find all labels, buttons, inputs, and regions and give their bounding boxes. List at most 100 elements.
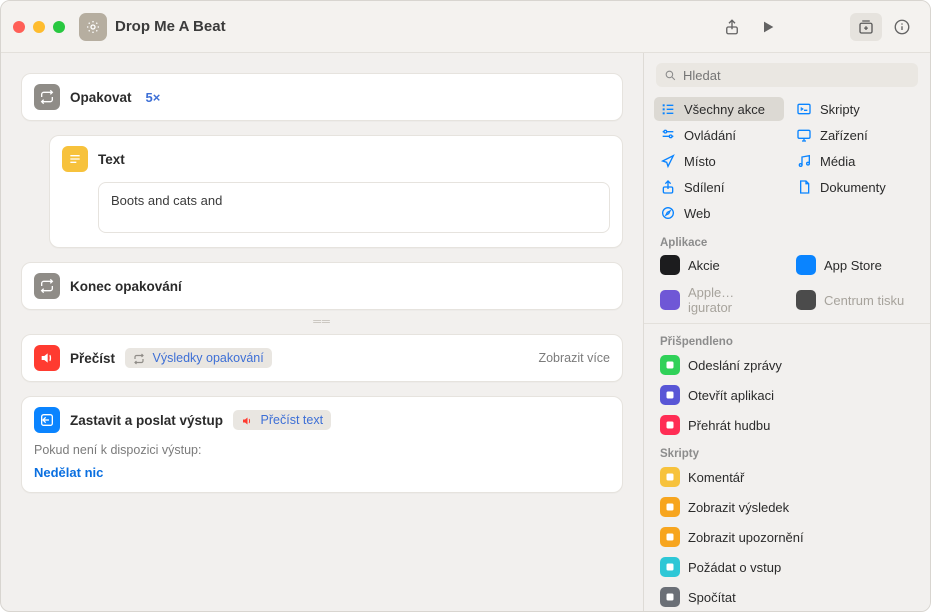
list-item[interactable]: Zobrazit výsledek <box>654 492 920 522</box>
list-item-label: Komentář <box>688 470 744 485</box>
share-icon <box>660 179 676 195</box>
app-item[interactable]: Apple…igurator <box>654 281 784 319</box>
workflow-canvas[interactable]: Opakovat 5× Text Boots and cats and <box>1 53 644 611</box>
category-display[interactable]: Zařízení <box>790 123 920 147</box>
search-icon <box>664 69 677 82</box>
text-input[interactable]: Boots and cats and <box>98 182 610 233</box>
app-icon <box>660 255 680 275</box>
minimize-window-button[interactable] <box>33 21 45 33</box>
category-sliders[interactable]: Ovládání <box>654 123 784 147</box>
category-label: Skripty <box>820 102 860 117</box>
separator <box>644 323 930 324</box>
app-icon <box>796 290 816 310</box>
app-icon <box>660 290 680 310</box>
share-button[interactable] <box>716 13 748 41</box>
list-item-label: Zobrazit upozornění <box>688 530 804 545</box>
repeat-icon <box>34 273 60 299</box>
repeat-icon <box>34 84 60 110</box>
titlebar: Drop Me A Beat <box>1 1 930 53</box>
variable-token-speak-text[interactable]: Přečíst text <box>233 410 331 430</box>
doc-icon <box>796 179 812 195</box>
app-label: Centrum tisku <box>824 293 904 308</box>
category-label: Dokumenty <box>820 180 886 195</box>
action-title: Opakovat <box>70 90 132 105</box>
category-music[interactable]: Média <box>790 149 920 173</box>
list-item-label: Spočítat <box>688 590 736 605</box>
close-window-button[interactable] <box>13 21 25 33</box>
no-output-value[interactable]: Nedělat nic <box>34 463 103 482</box>
action-end-repeat[interactable]: Konec opakování <box>21 262 623 310</box>
display-icon <box>796 127 812 143</box>
category-location[interactable]: Místo <box>654 149 784 173</box>
category-label: Média <box>820 154 855 169</box>
category-label: Ovládání <box>684 128 736 143</box>
action-stop-output[interactable]: Zastavit a poslat výstup Přečíst text Po… <box>21 396 623 493</box>
action-icon <box>660 467 680 487</box>
show-more-button[interactable]: Zobrazit více <box>538 351 610 365</box>
terminal-icon <box>796 101 812 117</box>
app-item[interactable]: App Store <box>790 251 920 279</box>
token-label: Přečíst text <box>261 413 324 427</box>
output-icon <box>34 407 60 433</box>
list-icon <box>660 101 676 117</box>
list-item[interactable]: Požádat o vstup <box>654 552 920 582</box>
apps-header: Aplikace <box>644 229 930 251</box>
app-label: Akcie <box>688 258 720 273</box>
info-button[interactable] <box>886 13 918 41</box>
list-item[interactable]: Přehrát hudbu <box>654 410 920 440</box>
pinned-header: Přišpendleno <box>654 328 920 350</box>
list-item[interactable]: Odeslání zprávy <box>654 350 920 380</box>
action-icon <box>660 415 680 435</box>
category-label: Všechny akce <box>684 102 765 117</box>
list-item-label: Požádat o vstup <box>688 560 781 575</box>
app-item[interactable]: Centrum tisku <box>790 281 920 319</box>
category-grid: Všechny akce Skripty Ovládání Zařízení Místo… <box>644 95 930 229</box>
action-icon <box>660 527 680 547</box>
list-item[interactable]: Otevřít aplikaci <box>654 380 920 410</box>
list-item[interactable]: Zobrazit upozornění <box>654 522 920 552</box>
variable-token-repeat-results[interactable]: Výsledky opakování <box>125 348 272 368</box>
shortcuts-editor-window: Drop Me A Beat Opakovat 5 <box>0 0 931 612</box>
search-input[interactable] <box>683 68 910 83</box>
category-label: Místo <box>684 154 716 169</box>
action-icon <box>660 557 680 577</box>
category-label: Web <box>684 206 711 221</box>
search-field[interactable] <box>656 63 918 87</box>
zoom-window-button[interactable] <box>53 21 65 33</box>
category-terminal[interactable]: Skripty <box>790 97 920 121</box>
category-list[interactable]: Všechny akce <box>654 97 784 121</box>
safari-icon <box>660 205 676 221</box>
action-title: Přečíst <box>70 351 115 366</box>
speaker-icon <box>34 345 60 371</box>
category-doc[interactable]: Dokumenty <box>790 175 920 199</box>
drag-handle-icon[interactable]: ══ <box>313 316 331 328</box>
library-toggle-button[interactable] <box>850 13 882 41</box>
action-title: Text <box>98 152 125 167</box>
list-item[interactable]: Komentář <box>654 462 920 492</box>
run-button[interactable] <box>752 13 784 41</box>
list-item-label: Zobrazit výsledek <box>688 500 789 515</box>
category-label: Zařízení <box>820 128 868 143</box>
shortcut-title[interactable]: Drop Me A Beat <box>115 18 226 35</box>
action-speak[interactable]: Přečíst Výsledky opakování Zobrazit více <box>21 334 623 382</box>
action-title: Konec opakování <box>70 279 182 294</box>
app-item[interactable]: Akcie <box>654 251 784 279</box>
sliders-icon <box>660 127 676 143</box>
shortcut-icon <box>79 13 107 41</box>
list-item-label: Odeslání zprávy <box>688 358 782 373</box>
action-icon <box>660 385 680 405</box>
repeat-count-token[interactable]: 5× <box>146 90 161 105</box>
text-icon <box>62 146 88 172</box>
category-safari[interactable]: Web <box>654 201 784 225</box>
library-sidebar: Všechny akce Skripty Ovládání Zařízení Místo… <box>644 53 930 611</box>
action-repeat[interactable]: Opakovat 5× <box>21 73 623 121</box>
actions-list[interactable]: Přišpendleno Odeslání zprávy Otevřít apli… <box>644 328 930 611</box>
category-share[interactable]: Sdílení <box>654 175 784 199</box>
music-icon <box>796 153 812 169</box>
list-item-label: Přehrát hudbu <box>688 418 770 433</box>
app-icon <box>796 255 816 275</box>
action-text[interactable]: Text Boots and cats and <box>49 135 623 248</box>
app-label: Apple…igurator <box>688 285 778 315</box>
action-icon <box>660 497 680 517</box>
list-item[interactable]: Spočítat <box>654 582 920 611</box>
